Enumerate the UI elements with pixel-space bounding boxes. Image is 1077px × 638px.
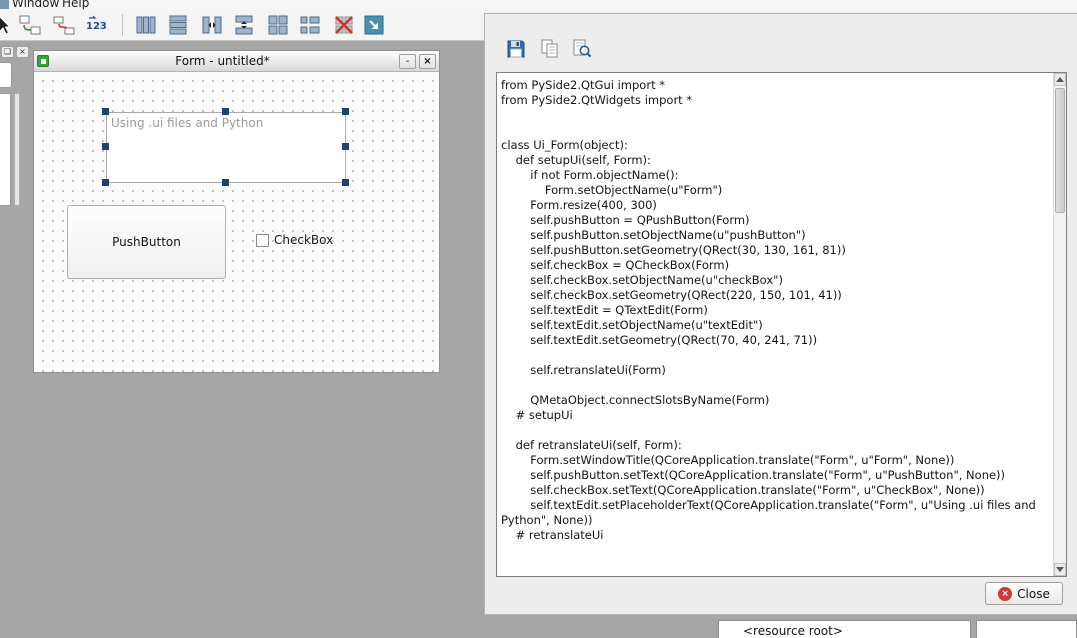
dock-close-button[interactable]: × (16, 46, 29, 58)
scroll-up-button[interactable] (1054, 73, 1066, 86)
selection-handle-bottom-left[interactable] (102, 179, 109, 186)
layout-horizontal-icon[interactable] (134, 13, 158, 37)
triangle-down-icon (1056, 567, 1064, 572)
code-view-frame: from PySide2.QtGui import * from PySide2… (496, 72, 1067, 577)
scroll-down-button[interactable] (1054, 563, 1066, 576)
widgetbox-filter-input[interactable] (0, 62, 12, 88)
selection-handle-top-left[interactable] (102, 108, 109, 115)
layout-horizontal-splitter-icon[interactable] (200, 13, 224, 37)
layout-form-icon[interactable] (298, 13, 322, 37)
selection-handle-mid-right[interactable] (342, 143, 349, 150)
resource-root-item[interactable]: <resource root> (743, 624, 843, 638)
menu-window[interactable]: Window (12, 0, 59, 10)
selection-handle-bottom-center[interactable] (222, 179, 229, 186)
selection-handle-bottom-right[interactable] (342, 179, 349, 186)
edit-tab-order-icon[interactable]: 123 (84, 13, 108, 37)
edit-signals-slots-icon[interactable] (18, 13, 42, 37)
close-button[interactable]: × Close (985, 582, 1063, 605)
layout-vertical-icon[interactable] (166, 13, 190, 37)
checkbox-widget[interactable]: CheckBox (256, 230, 333, 250)
selection-handle-top-right[interactable] (342, 108, 349, 115)
form-window-title: Form - untitled* (49, 54, 396, 68)
close-window-button[interactable]: × (419, 54, 436, 69)
dock-float-button[interactable]: ❏ (1, 46, 14, 58)
form-canvas[interactable]: Using .ui files and Python PushButton Ch… (34, 72, 439, 372)
minimize-button[interactable]: - (399, 54, 416, 69)
copy-icon[interactable] (539, 38, 561, 60)
save-icon[interactable] (505, 38, 527, 60)
resource-side-fragment (976, 620, 1077, 638)
app-menu-icon (0, 0, 9, 9)
python-code-text[interactable]: from PySide2.QtGui import * from PySide2… (497, 73, 1053, 576)
edit-widgets-icon[interactable] (0, 13, 15, 37)
widgetbox-list-fragment[interactable] (0, 93, 11, 206)
code-preview-dialog: from PySide2.QtGui import * from PySide2… (484, 13, 1077, 615)
toolbar-separator (122, 14, 123, 36)
resource-tree-fragment[interactable]: <resource root> (718, 620, 971, 638)
triangle-up-icon (1056, 77, 1064, 82)
form-window-icon (37, 55, 49, 67)
close-button-label: Close (1017, 587, 1050, 601)
form-window: Form - untitled* - × Using .ui files and… (33, 50, 440, 373)
close-x-icon: × (998, 587, 1012, 601)
selection-handle-mid-left[interactable] (102, 143, 109, 150)
find-icon[interactable] (571, 38, 593, 60)
adjust-size-icon[interactable] (362, 13, 386, 37)
break-layout-icon[interactable] (332, 13, 356, 37)
layout-vertical-splitter-icon[interactable] (232, 13, 256, 37)
widgetbox-scrollbar[interactable] (14, 93, 20, 206)
code-vertical-scrollbar[interactable] (1053, 73, 1066, 576)
pushbutton-widget[interactable]: PushButton (67, 205, 226, 279)
checkbox-indicator[interactable] (256, 234, 269, 247)
menu-bar: Window Help (0, 0, 1077, 10)
svg-text:123: 123 (86, 21, 107, 32)
edit-buddies-icon[interactable] (52, 13, 76, 37)
scrollbar-thumb[interactable] (1055, 88, 1065, 213)
textedit-widget[interactable]: Using .ui files and Python (106, 112, 346, 183)
layout-grid-icon[interactable] (266, 13, 290, 37)
form-window-titlebar[interactable]: Form - untitled* - × (34, 51, 439, 72)
menu-help[interactable]: Help (62, 0, 89, 10)
selection-handle-top-center[interactable] (222, 108, 229, 115)
checkbox-label: CheckBox (274, 233, 333, 247)
